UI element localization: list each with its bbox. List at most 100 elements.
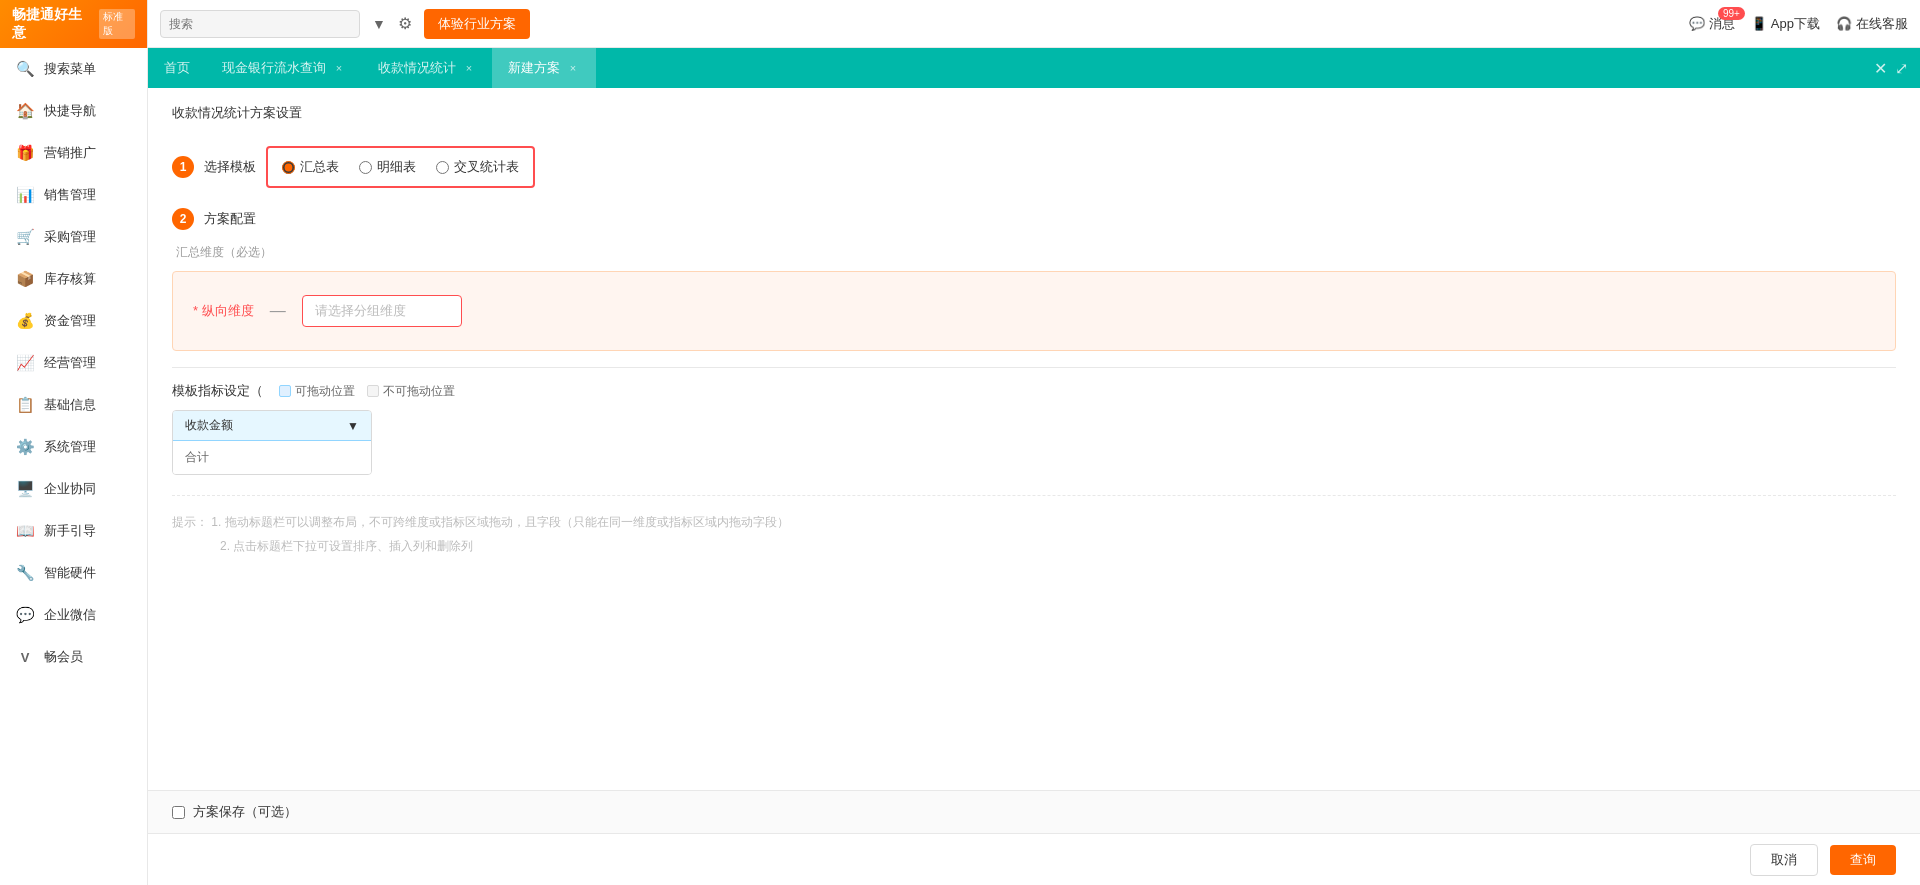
sidebar-item-search[interactable]: 🔍 搜索菜单 <box>0 48 147 90</box>
vertical-dimension-label: * 纵向维度 <box>193 302 254 320</box>
sidebar-item-finance[interactable]: 💰 资金管理 <box>0 300 147 342</box>
close-new-plan-tab[interactable]: × <box>566 61 580 75</box>
box-icon: 📦 <box>16 270 34 288</box>
sidebar-item-basic-info[interactable]: 📋 基础信息 <box>0 384 147 426</box>
sidebar-item-label: 搜索菜单 <box>44 60 96 78</box>
member-icon: V <box>16 648 34 666</box>
tab-bar-actions: ✕ ⤢ <box>1862 48 1920 88</box>
online-service-item[interactable]: 🎧 在线客服 <box>1836 15 1908 33</box>
step1-section: 1 选择模板 汇总表 明细表 交叉统计表 <box>172 146 1896 188</box>
sidebar-item-sales[interactable]: 📊 销售管理 <box>0 174 147 216</box>
sidebar-item-marketing[interactable]: 🎁 营销推广 <box>0 132 147 174</box>
dropdown-button[interactable]: ▼ <box>372 16 386 32</box>
save-checkbox[interactable] <box>172 806 185 819</box>
sidebar-item-wechat[interactable]: 💬 企业微信 <box>0 594 147 636</box>
radio-cross-input[interactable] <box>436 161 449 174</box>
radio-cross[interactable]: 交叉统计表 <box>436 158 519 176</box>
dropdown-arrow-icon: ▼ <box>347 419 359 433</box>
sidebar-item-label: 采购管理 <box>44 228 96 246</box>
online-service-label: 在线客服 <box>1856 15 1908 33</box>
sidebar-item-inventory[interactable]: 📦 库存核算 <box>0 258 147 300</box>
sidebar-item-nav[interactable]: 🏠 快捷导航 <box>0 90 147 132</box>
settings-icon[interactable]: ⚙ <box>398 14 412 33</box>
sidebar-item-guide[interactable]: 📖 新手引导 <box>0 510 147 552</box>
cart-icon: 🛒 <box>16 228 34 246</box>
sidebar-item-member[interactable]: V 畅会员 <box>0 636 147 678</box>
step2-number: 2 <box>172 208 194 230</box>
radio-summary[interactable]: 汇总表 <box>282 158 339 176</box>
main-area: ▼ ⚙ 体验行业方案 💬 消息 99+ 📱 App下载 🎧 在线客服 首页 现金… <box>148 0 1920 885</box>
footer-save-section: 方案保存（可选） <box>148 790 1920 833</box>
tip-2: 2. 点击标题栏下拉可设置排序、插入列和删除列 <box>172 534 1896 558</box>
message-item[interactable]: 💬 消息 99+ <box>1689 15 1735 33</box>
dimension-row-vertical: * 纵向维度 — 请选择分组维度 <box>193 295 462 327</box>
tab-cash-flow[interactable]: 现金银行流水查询 × <box>206 48 362 88</box>
tab-home[interactable]: 首页 <box>148 48 206 88</box>
dimension-area: * 纵向维度 — 请选择分组维度 <box>172 271 1896 351</box>
gift-icon: 🎁 <box>16 144 34 162</box>
sidebar-item-purchase[interactable]: 🛒 采购管理 <box>0 216 147 258</box>
radio-summary-input[interactable] <box>282 161 295 174</box>
radio-detail-input[interactable] <box>359 161 372 174</box>
monitor-icon: 🖥️ <box>16 480 34 498</box>
message-badge: 99+ <box>1718 7 1745 20</box>
sidebar-logo: 畅捷通好生意 标准版 <box>0 0 147 48</box>
cancel-button[interactable]: 取消 <box>1750 844 1818 876</box>
legend-draggable: 可拖动位置 <box>279 383 355 400</box>
page-content: 收款情况统计方案设置 1 选择模板 汇总表 明细表 <box>148 88 1920 790</box>
sidebar-item-label: 企业协同 <box>44 480 96 498</box>
save-label: 方案保存（可选） <box>193 803 297 821</box>
metrics-table: 收款金额 ▼ 合计 <box>172 410 372 475</box>
trend-icon: 📈 <box>16 354 34 372</box>
tab-cash-flow-label: 现金银行流水查询 <box>222 59 326 77</box>
close-cash-flow-tab[interactable]: × <box>332 61 346 75</box>
trial-button[interactable]: 体验行业方案 <box>424 9 530 39</box>
close-receipt-stats-tab[interactable]: × <box>462 61 476 75</box>
logo-text: 畅捷通好生意 <box>12 6 91 42</box>
wechat-icon: 💬 <box>16 606 34 624</box>
chart-icon: 📊 <box>16 186 34 204</box>
metrics-legend: 可拖动位置 不可拖动位置 <box>279 383 455 400</box>
step1-title: 选择模板 <box>204 158 256 176</box>
metrics-table-header[interactable]: 收款金额 ▼ <box>173 411 371 441</box>
query-button[interactable]: 查询 <box>1830 845 1896 875</box>
metrics-total-label: 合计 <box>185 450 209 464</box>
sidebar-item-label: 库存核算 <box>44 270 96 288</box>
expand-tab-icon[interactable]: ⤢ <box>1895 59 1908 78</box>
sidebar-item-enterprise[interactable]: 🖥️ 企业协同 <box>0 468 147 510</box>
sidebar: 畅捷通好生意 标准版 🔍 搜索菜单 🏠 快捷导航 🎁 营销推广 📊 销售管理 🛒… <box>0 0 148 885</box>
book-icon: 📖 <box>16 522 34 540</box>
sidebar-item-hardware[interactable]: 🔧 智能硬件 <box>0 552 147 594</box>
dimension-select[interactable]: 请选择分组维度 <box>302 295 462 327</box>
app-download-item[interactable]: 📱 App下载 <box>1751 15 1820 33</box>
gear-icon: ⚙️ <box>16 438 34 456</box>
step1-number: 1 <box>172 156 194 178</box>
sidebar-item-management[interactable]: 📈 经营管理 <box>0 342 147 384</box>
metrics-title: 模板指标设定（ <box>172 382 263 400</box>
step2-section: 2 方案配置 汇总维度（必选） * 纵向维度 — 请选择分组维度 <box>172 208 1896 558</box>
sidebar-item-label: 经营管理 <box>44 354 96 372</box>
sidebar-item-system[interactable]: ⚙️ 系统管理 <box>0 426 147 468</box>
template-options: 汇总表 明细表 交叉统计表 <box>266 146 535 188</box>
search-input[interactable] <box>160 10 360 38</box>
metrics-table-row-total: 合计 <box>173 441 371 474</box>
sidebar-item-label: 营销推广 <box>44 144 96 162</box>
sidebar-item-label: 资金管理 <box>44 312 96 330</box>
step1-header: 1 选择模板 汇总表 明细表 交叉统计表 <box>172 146 1896 188</box>
tab-new-plan-label: 新建方案 <box>508 59 560 77</box>
fixed-dot <box>367 385 379 397</box>
metrics-col-label: 收款金额 <box>185 417 233 434</box>
metrics-header: 模板指标设定（ 可拖动位置 不可拖动位置 <box>172 382 1896 400</box>
close-tab-icon[interactable]: ✕ <box>1874 59 1887 78</box>
tab-receipt-stats[interactable]: 收款情况统计 × <box>362 48 492 88</box>
step2-title: 方案配置 <box>204 210 256 228</box>
tab-bar: 首页 现金银行流水查询 × 收款情况统计 × 新建方案 × ✕ ⤢ <box>148 48 1920 88</box>
bottom-action-bar: 取消 查询 <box>148 833 1920 885</box>
dimension-section: 汇总维度（必选） * 纵向维度 — 请选择分组维度 <box>172 244 1896 351</box>
tab-new-plan[interactable]: 新建方案 × <box>492 48 596 88</box>
radio-cross-label: 交叉统计表 <box>454 158 519 176</box>
hardware-icon: 🔧 <box>16 564 34 582</box>
metrics-section: 模板指标设定（ 可拖动位置 不可拖动位置 <box>172 367 1896 475</box>
tips-text: 提示： 1. 拖动标题栏可以调整布局，不可跨维度或指标区域拖动，且字段（只能在同… <box>172 510 1896 558</box>
radio-detail[interactable]: 明细表 <box>359 158 416 176</box>
